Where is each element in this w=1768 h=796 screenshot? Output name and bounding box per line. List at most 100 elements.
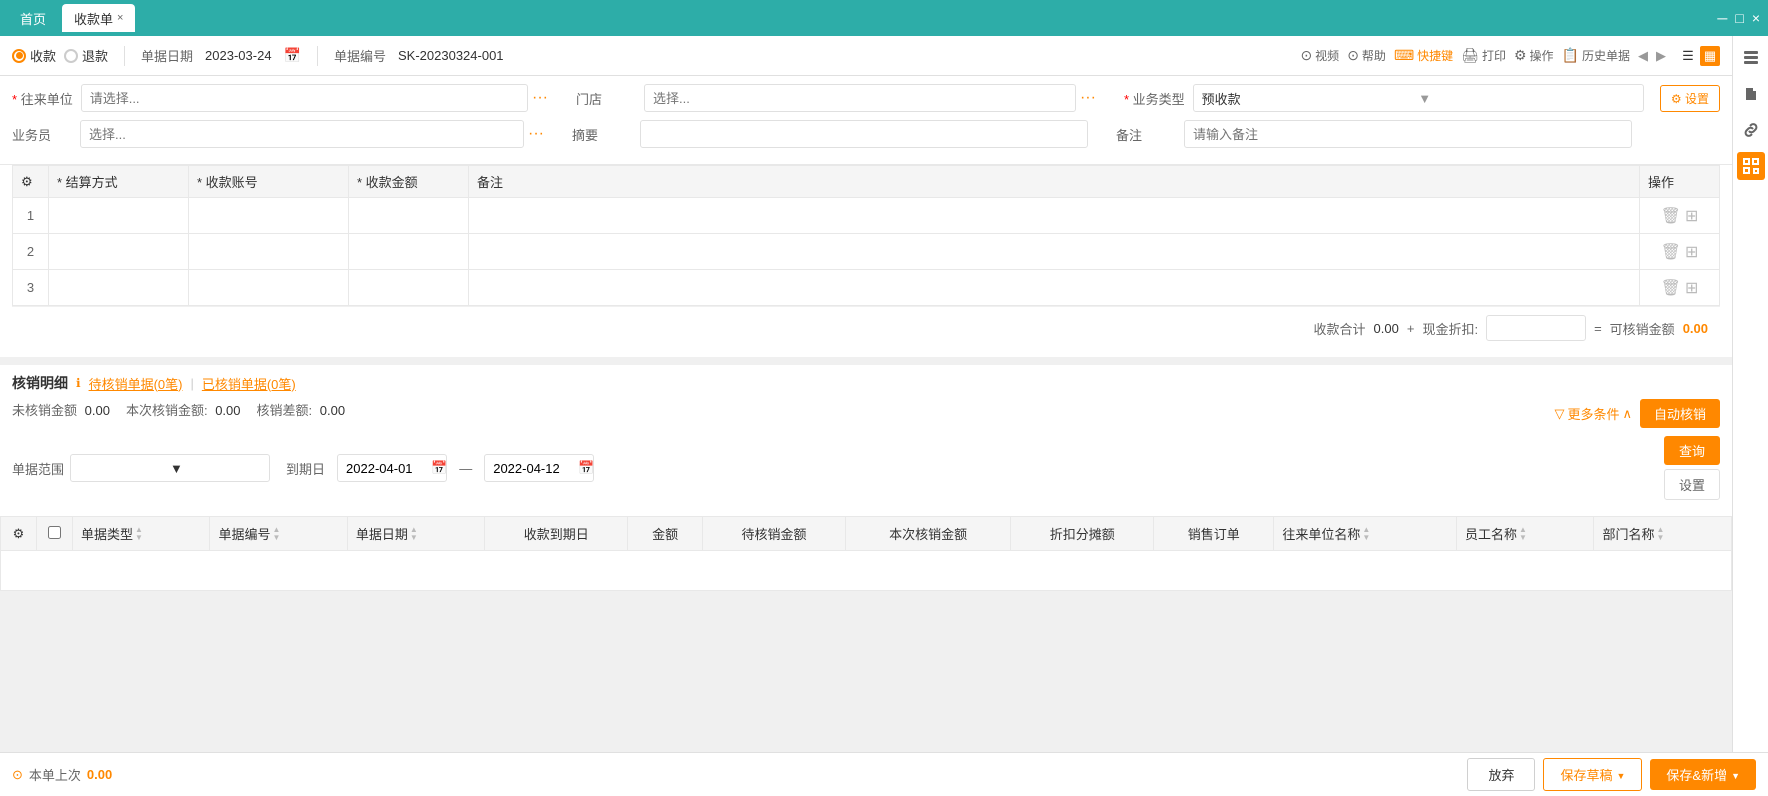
th-account: * 收款账号 [189,166,349,198]
sidebar-doc-icon[interactable] [1737,80,1765,108]
nuclear-setting-btn[interactable]: 设置 [1664,469,1720,500]
operate-btn[interactable]: ⚙ 操作 [1514,47,1554,64]
card-view-icon[interactable]: ▦ [1700,46,1720,66]
sidebar-scan-icon[interactable] [1737,152,1765,180]
row-num-2: 2 [13,234,49,270]
th-doc-num: 单据编号 ▲▼ [210,517,347,551]
settle-cell-3[interactable] [49,270,189,306]
amount-cell-1[interactable] [349,198,469,234]
calendar-icon[interactable]: 📅 [284,47,301,64]
print-icon: 🖨 [1461,47,1479,64]
history-icon: 📋 [1562,47,1579,64]
maximize-btn[interactable]: □ [1735,10,1743,26]
select-all-checkbox[interactable] [48,526,61,539]
operate-label: 操作 [1530,47,1554,64]
account-cell-3[interactable] [189,270,349,306]
pending-tab[interactable]: 待核销单据(0笔) [89,374,183,393]
summary-input[interactable] [640,120,1088,148]
video-label: 视频 [1315,47,1339,64]
shortcut-label: 快捷键 [1417,47,1453,64]
save-draft-btn[interactable]: 保存草稿 [1543,758,1642,791]
done-tab[interactable]: 已核销单据(0笔) [202,374,296,393]
range-label: 单据范围 [12,459,64,478]
query-btn[interactable]: 查询 [1664,436,1720,465]
auto-nuclear-btn[interactable]: 自动核销 [1640,399,1720,428]
footer-right: 放弃 保存草稿 保存&新增 [1467,758,1756,791]
delete-icon-1[interactable]: 🗑 [1661,206,1681,226]
range-select[interactable]: ▼ [70,454,270,482]
tab-close-icon[interactable]: × [117,12,123,24]
calendar-to-icon[interactable]: 📅 [578,460,594,476]
remark-cell-3[interactable] [469,270,1640,306]
video-btn[interactable]: ⊙ 视频 [1300,47,1339,64]
amount-cell-3[interactable] [349,270,469,306]
radio-group: 收款 退款 [12,46,108,65]
current-label: 本次核销金额: 0.00 [126,400,241,419]
remark-cell-2[interactable] [469,234,1640,270]
business-type-value: 预收款 [1202,89,1419,108]
salesman-more-icon[interactable]: ··· [528,125,544,143]
copy-icon-3[interactable]: ⊞ [1685,278,1698,298]
amount-cell-2[interactable] [349,234,469,270]
save-new-btn[interactable]: 保存&新增 [1650,759,1756,790]
minimize-btn[interactable]: ─ [1717,10,1727,26]
store-more-icon[interactable]: ··· [1080,89,1096,107]
more-conditions-btn[interactable]: ▽ 更多条件 ∧ [1554,404,1632,423]
divider-1 [124,46,125,66]
settle-cell-2[interactable] [49,234,189,270]
delete-icon-2[interactable]: 🗑 [1661,242,1681,262]
sidebar-table-icon[interactable] [1737,44,1765,72]
action-icons-3: 🗑 ⊞ [1640,278,1719,298]
counterpart-input[interactable] [81,84,528,112]
business-type-select[interactable]: 预收款 ▼ [1193,84,1644,112]
discount-label: 现金折扣: [1422,319,1478,338]
tab-receipt[interactable]: 收款单 × [62,4,135,32]
store-input[interactable] [644,84,1076,112]
th-gear[interactable]: ⚙ [13,166,49,198]
th-check-box[interactable] [37,517,73,551]
radio-refund[interactable]: 退款 [64,46,108,65]
settle-cell-1[interactable] [49,198,189,234]
settings-btn[interactable]: ⚙ 设置 [1660,85,1720,112]
operate-icon: ⚙ [1514,47,1527,64]
copy-icon-1[interactable]: ⊞ [1685,206,1698,226]
number-label: 单据编号 [334,46,386,65]
calendar-from-icon[interactable]: 📅 [431,460,447,476]
nuclear-info-icon[interactable]: ℹ [76,376,81,390]
note-input[interactable] [1184,120,1632,148]
close-btn[interactable]: × [1752,10,1760,26]
help-btn[interactable]: ⊙ 帮助 [1347,47,1386,64]
account-cell-1[interactable] [189,198,349,234]
history-btn[interactable]: 📋 历史单据 [1562,47,1630,64]
remark-cell-1[interactable] [469,198,1640,234]
delete-icon-3[interactable]: 🗑 [1661,278,1681,298]
print-btn[interactable]: 🖨 打印 [1461,47,1506,64]
table-section: ⚙ * 结算方式 * 收款账号 * 收款金额 备注 操作 [0,165,1732,357]
radio-refund-label: 退款 [82,46,108,65]
counterpart-more-icon[interactable]: ··· [532,89,548,107]
help-label: 帮助 [1362,47,1386,64]
abandon-btn[interactable]: 放弃 [1467,758,1535,791]
copy-icon-2[interactable]: ⊞ [1685,242,1698,262]
nuclear-section: 核销明细 ℹ 待核销单据(0笔) | 已核销单据(0笔) 未核销金额 0.00 … [0,365,1732,516]
nuclear-stats: 未核销金额 0.00 本次核销金额: 0.00 核销差额: 0.00 [12,400,345,419]
shortcut-btn[interactable]: ⌨ 快捷键 [1394,47,1453,64]
salesman-input[interactable] [80,120,524,148]
tab-home[interactable]: 首页 [8,4,58,32]
prev-record-btn[interactable]: ◀ [1638,48,1648,64]
available-value: 0.00 [1683,321,1708,336]
footer-spacer [0,591,1732,641]
next-record-btn[interactable]: ▶ [1656,48,1666,64]
save-new-label: 保存&新增 [1666,765,1727,784]
date-separator: — [459,461,472,476]
th-doc-type: 单据类型 ▲▼ [73,517,210,551]
account-cell-2[interactable] [189,234,349,270]
unchecked-label: 未核销金额 0.00 [12,400,110,419]
prev-value: 0.00 [87,767,112,782]
discount-input[interactable] [1486,315,1586,341]
print-label: 打印 [1482,47,1506,64]
list-view-icon[interactable]: ☰ [1678,46,1698,66]
radio-receive[interactable]: 收款 [12,46,56,65]
radio-receive-label: 收款 [30,46,56,65]
sidebar-link-icon[interactable] [1737,116,1765,144]
